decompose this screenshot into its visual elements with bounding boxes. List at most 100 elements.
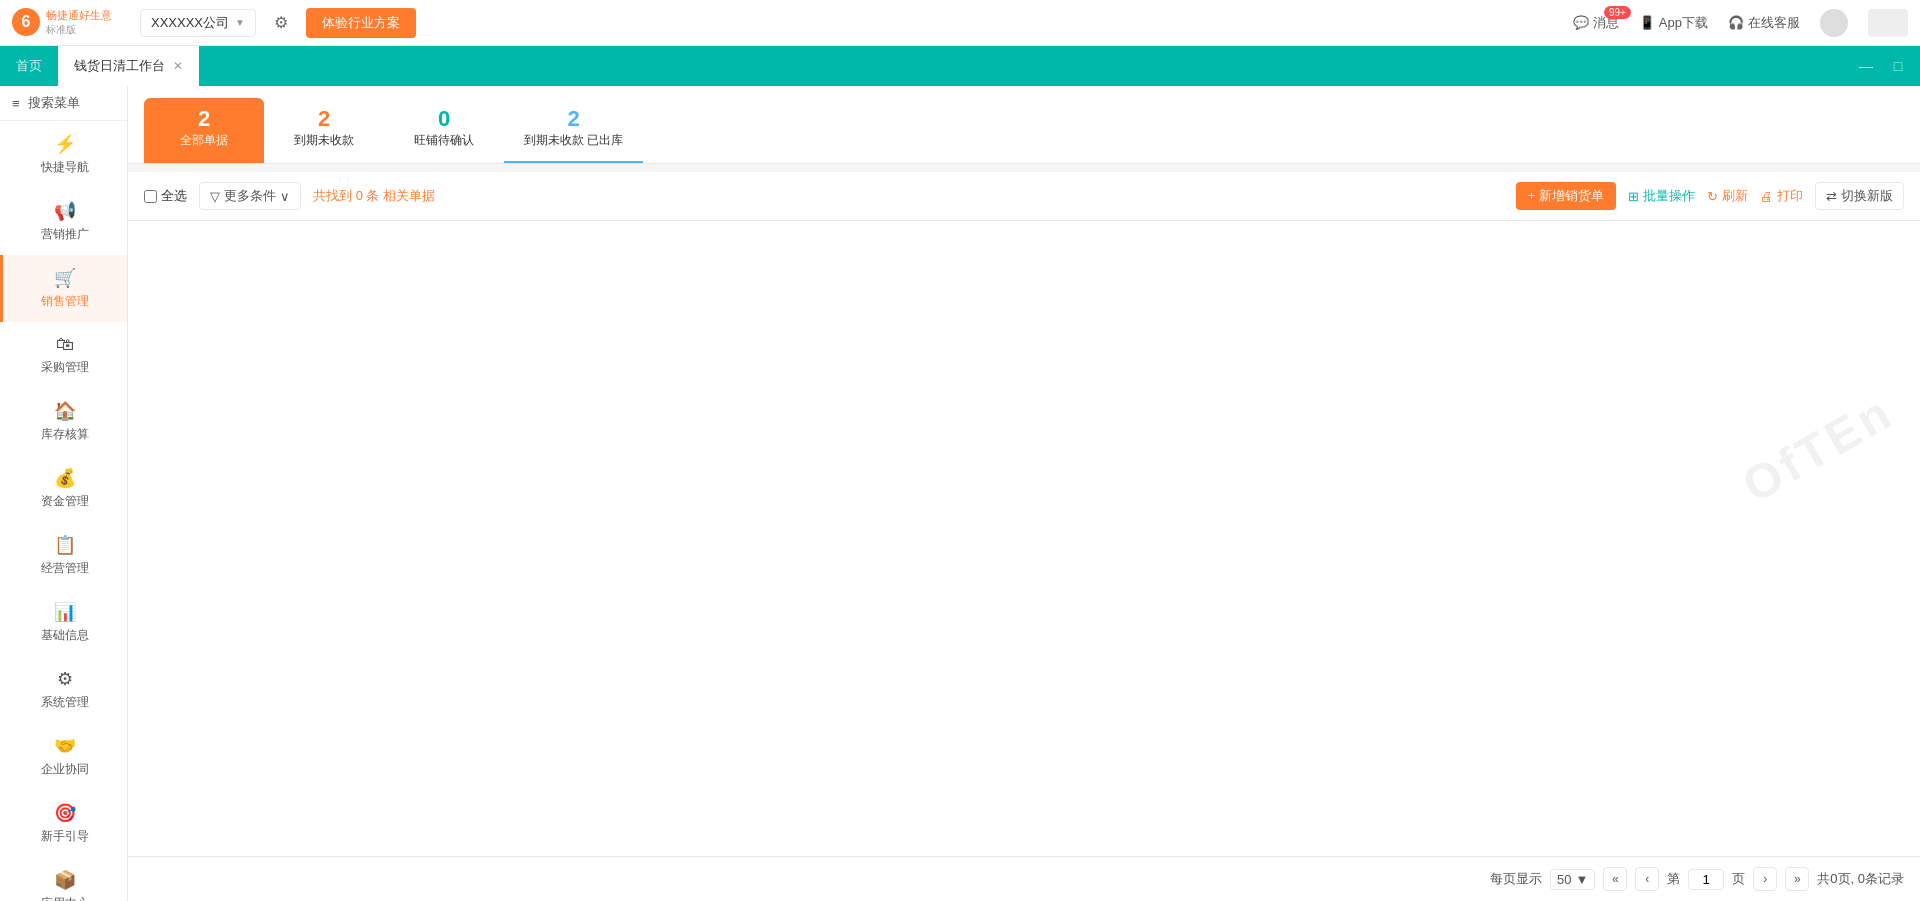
toolbar-right: + 新增销货单 ⊞ 批量操作 ↻ 刷新 🖨 打印 ⇄ 切换新版 xyxy=(1516,182,1904,210)
page-input[interactable] xyxy=(1688,869,1724,890)
sidebar-item-label: 库存核算 xyxy=(41,426,89,443)
table-area: OfTEn xyxy=(128,221,1920,856)
refresh-button[interactable]: ↻ 刷新 xyxy=(1707,187,1748,205)
stats-tab-pending[interactable]: 0 旺铺待确认 xyxy=(384,98,504,163)
sidebar-item-base-info[interactable]: 📊 基础信息 xyxy=(0,589,127,656)
sidebar-item-app-center[interactable]: 📦 应用中心 xyxy=(0,857,127,901)
page-size-select[interactable]: 50 ▼ xyxy=(1550,869,1595,890)
online-service-btn[interactable]: 🎧 在线客服 xyxy=(1728,14,1800,32)
app-download-btn[interactable]: 📱 App下载 xyxy=(1639,14,1708,32)
sidebar-item-newbie[interactable]: 🎯 新手引导 xyxy=(0,790,127,857)
prev-page-button[interactable]: ‹ xyxy=(1635,867,1659,891)
sidebar-item-enterprise[interactable]: 🤝 企业协同 xyxy=(0,723,127,790)
stats-tab-shipped[interactable]: 2 到期未收款 已出库 xyxy=(504,98,643,163)
stats-tab-all[interactable]: 2 全部单据 xyxy=(144,98,264,163)
sidebar-item-purchase[interactable]: 🛍 采购管理 xyxy=(0,322,127,388)
switch-label: 切换新版 xyxy=(1841,187,1893,205)
select-all-input[interactable] xyxy=(144,190,157,203)
switch-version-button[interactable]: ⇄ 切换新版 xyxy=(1815,182,1904,210)
add-sales-button[interactable]: + 新增销货单 xyxy=(1516,182,1616,210)
online-service-label: 在线客服 xyxy=(1748,14,1800,32)
print-button[interactable]: 🖨 打印 xyxy=(1760,187,1803,205)
messages-btn[interactable]: 💬 消息 99+ xyxy=(1573,14,1619,32)
sidebar-item-label: 资金管理 xyxy=(41,493,89,510)
page-label: 第 xyxy=(1667,870,1680,888)
stats-pending-num: 0 xyxy=(404,106,484,132)
user-name[interactable] xyxy=(1868,9,1908,37)
total-info: 共0页, 0条记录 xyxy=(1817,870,1904,888)
batch-icon: ⊞ xyxy=(1628,189,1639,204)
sidebar-item-sales[interactable]: 🛒 销售管理 xyxy=(0,255,127,322)
tab-nav: 首页 钱货日清工作台 ✕ — □ xyxy=(0,46,1920,86)
filter-label: 更多条件 xyxy=(224,187,276,205)
pagination: 每页显示 50 ▼ « ‹ 第 页 › » 共0页, 0条记录 xyxy=(128,856,1920,901)
enterprise-icon: 🤝 xyxy=(54,735,76,757)
top-right-area: 💬 消息 99+ 📱 App下载 🎧 在线客服 xyxy=(1573,9,1908,37)
trial-button[interactable]: 体验行业方案 xyxy=(306,8,416,38)
logo-edition: 标准版 xyxy=(46,23,112,37)
messages-badge: 99+ xyxy=(1604,6,1631,19)
batch-operation-button[interactable]: ⊞ 批量操作 xyxy=(1628,187,1695,205)
next-page-button[interactable]: › xyxy=(1753,867,1777,891)
tab-workbench[interactable]: 钱货日清工作台 ✕ xyxy=(58,46,199,86)
stats-overdue-label: 到期未收款 xyxy=(284,132,364,149)
base-info-icon: 📊 xyxy=(54,601,76,623)
sidebar-item-inventory[interactable]: 🏠 库存核算 xyxy=(0,388,127,455)
sidebar-item-label: 采购管理 xyxy=(41,359,89,376)
newbie-icon: 🎯 xyxy=(54,802,76,824)
sidebar-item-label: 营销推广 xyxy=(41,226,89,243)
app-download-label: App下载 xyxy=(1659,14,1708,32)
last-page-button[interactable]: » xyxy=(1785,867,1809,891)
switch-icon: ⇄ xyxy=(1826,189,1837,204)
stats-shipped-label: 到期未收款 已出库 xyxy=(524,132,623,149)
top-bar: 6 畅捷通好生意 标准版 XXXXXX公司 ▼ ⚙ 体验行业方案 💬 消息 99… xyxy=(0,0,1920,46)
sidebar: ≡ 搜索菜单 ⚡ 快捷导航 📢 营销推广 🛒 销售管理 🛍 采购管理 🏠 库存核… xyxy=(0,86,128,901)
batch-label: 批量操作 xyxy=(1643,187,1695,205)
sidebar-item-quick-nav[interactable]: ⚡ 快捷导航 xyxy=(0,121,127,188)
sidebar-item-operations[interactable]: 📋 经营管理 xyxy=(0,522,127,589)
tab-home[interactable]: 首页 xyxy=(0,46,58,86)
first-page-button[interactable]: « xyxy=(1603,867,1627,891)
content-area: 2 全部单据 2 到期未收款 0 旺铺待确认 2 到期未收款 已出库 全选 xyxy=(128,86,1920,901)
operations-icon: 📋 xyxy=(54,534,76,556)
app-center-icon: 📦 xyxy=(54,869,76,891)
sidebar-item-label: 企业协同 xyxy=(41,761,89,778)
chevron-down-icon: ∨ xyxy=(280,189,290,204)
close-icon[interactable]: ✕ xyxy=(173,59,183,73)
select-all-label: 全选 xyxy=(161,187,187,205)
filter-button[interactable]: ▽ 更多条件 ∨ xyxy=(199,182,301,210)
chevron-down-icon: ▼ xyxy=(1575,872,1588,887)
stats-tab-overdue[interactable]: 2 到期未收款 xyxy=(264,98,384,163)
maximize-button[interactable]: □ xyxy=(1884,52,1912,80)
purchase-icon: 🛍 xyxy=(56,334,74,355)
sidebar-search[interactable]: ≡ 搜索菜单 xyxy=(0,86,127,121)
phone-icon: 📱 xyxy=(1639,15,1655,30)
page-end-label: 页 xyxy=(1732,870,1745,888)
toolbar: 全选 ▽ 更多条件 ∨ 共找到 0 条 相关单据 + 新增销货单 ⊞ 批量操作 xyxy=(128,172,1920,221)
tab-home-label: 首页 xyxy=(16,57,42,75)
settings-icon[interactable]: ⚙ xyxy=(266,8,296,38)
stats-pending-label: 旺铺待确认 xyxy=(404,132,484,149)
select-all-checkbox[interactable]: 全选 xyxy=(144,187,187,205)
sidebar-item-label: 快捷导航 xyxy=(41,159,89,176)
logo-name: 畅捷通好生意 xyxy=(46,8,112,22)
page-size-value: 50 xyxy=(1557,872,1571,887)
sidebar-item-label: 应用中心 xyxy=(41,895,89,901)
company-selector[interactable]: XXXXXX公司 ▼ xyxy=(140,9,256,37)
avatar[interactable] xyxy=(1820,9,1848,37)
print-label: 打印 xyxy=(1777,187,1803,205)
inventory-icon: 🏠 xyxy=(54,400,76,422)
stats-tabs: 2 全部单据 2 到期未收款 0 旺铺待确认 2 到期未收款 已出库 xyxy=(128,86,1920,164)
found-count-text: 共找到 0 条 相关单据 xyxy=(313,187,435,205)
sidebar-item-system[interactable]: ⚙ 系统管理 xyxy=(0,656,127,723)
tab-nav-controls: — □ xyxy=(1852,52,1920,80)
stats-all-label: 全部单据 xyxy=(164,132,244,149)
sidebar-item-label: 新手引导 xyxy=(41,828,89,845)
sales-icon: 🛒 xyxy=(54,267,76,289)
sidebar-item-finance[interactable]: 💰 资金管理 xyxy=(0,455,127,522)
sidebar-item-label: 基础信息 xyxy=(41,627,89,644)
minimize-button[interactable]: — xyxy=(1852,52,1880,80)
stats-all-num: 2 xyxy=(164,106,244,132)
main-layout: ≡ 搜索菜单 ⚡ 快捷导航 📢 营销推广 🛒 销售管理 🛍 采购管理 🏠 库存核… xyxy=(0,86,1920,901)
sidebar-item-marketing[interactable]: 📢 营销推广 xyxy=(0,188,127,255)
